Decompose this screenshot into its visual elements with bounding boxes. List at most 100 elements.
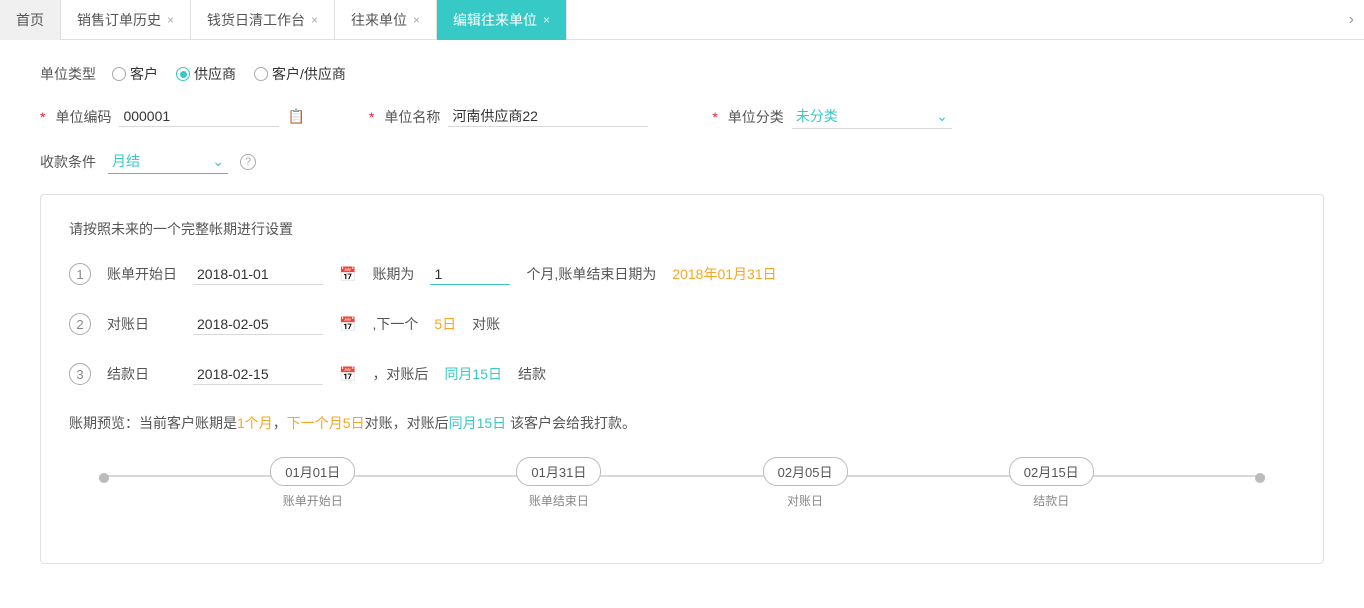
preview-prefix: 账期预览：当前客户账期是 (69, 415, 237, 431)
step-2-label: 对账日 (107, 314, 177, 334)
step-3-desc-suffix: 结款 (518, 364, 546, 384)
step-2-desc-suffix: 对账 (472, 314, 500, 334)
unit-code-group: * 单位编码 📋 (40, 106, 305, 127)
timeline-wrapper: 01月01日账单开始日 01月31日账单结束日 02月05日对账日 02月15日结款日 (69, 449, 1295, 539)
unit-code-star: * (40, 109, 45, 125)
step-1-date-input[interactable] (193, 264, 323, 285)
unit-name-star: * (369, 109, 374, 125)
tabs-bar: 首页 销售订单历史 × 钱货日清工作台 × 往来单位 × 编辑往来单位 × › (0, 0, 1364, 40)
step-2-date-input[interactable] (193, 314, 323, 335)
unit-code-copy-icon[interactable]: 📋 (287, 108, 304, 125)
radio-customer-circle (112, 67, 126, 81)
payment-terms-label: 收款条件 (40, 152, 96, 172)
page-content: 单位类型 客户 供应商 客户/供应商 * 单位编码 📋 * (0, 40, 1364, 608)
preview-settle-day: 同月15日 (449, 415, 507, 431)
tab-cash-ledger-label: 钱货日清工作台 (207, 10, 305, 30)
tab-sales-history-label: 销售订单历史 (77, 10, 161, 30)
preview-text: 账期预览：当前客户账期是1个月，下一个月5日对账，对账后同月15日 该客户会给我… (69, 413, 1295, 449)
unit-code-input[interactable] (119, 106, 279, 127)
payment-terms-chevron-icon: ⌄ (212, 153, 224, 170)
timeline-label-3: 结款日 (1033, 492, 1069, 509)
tab-home[interactable]: 首页 (0, 0, 61, 40)
unit-category-star: * (712, 109, 717, 125)
timeline-end-dot (1255, 473, 1265, 483)
payment-setup-section: 请按照未来的一个完整帐期进行设置 1 账单开始日 📅 账期为 个月,账单结束日期… (40, 194, 1324, 564)
timeline-item-2: 02月05日对账日 (763, 457, 848, 509)
timeline-badge-2: 02月05日 (763, 457, 848, 486)
timeline-label-0: 账单开始日 (283, 492, 343, 509)
unit-name-label: 单位名称 (384, 107, 440, 127)
radio-both-label: 客户/供应商 (272, 64, 346, 84)
unit-category-dropdown[interactable]: 未分类 ⌄ (792, 104, 952, 129)
payment-terms-dropdown[interactable]: 月结 ⌄ (108, 149, 228, 174)
step-1-period-input[interactable] (430, 264, 510, 285)
step-1-period-label: 账期为 (372, 264, 414, 284)
unit-type-label: 单位类型 (40, 64, 100, 84)
step-2-desc-prefix: ,下一个 (372, 314, 418, 334)
preview-period: 1个月 (237, 415, 273, 431)
step-3-desc-highlight: 同月15日 (444, 364, 502, 384)
timeline: 01月01日账单开始日 01月31日账单结束日 02月05日对账日 02月15日结款日 (99, 457, 1265, 509)
timeline-label-2: 对账日 (787, 492, 823, 509)
step-3-desc-prefix: ，对账后 (372, 364, 428, 384)
unit-category-label: 单位分类 (728, 107, 784, 127)
payment-terms-value: 月结 (112, 151, 140, 171)
step-1-period-suffix: 个月,账单结束日期为 (526, 264, 656, 284)
tab-edit-partner-close[interactable]: × (543, 13, 550, 27)
tab-scroll-arrow[interactable]: › (1339, 0, 1364, 39)
tab-cash-ledger[interactable]: 钱货日清工作台 × (191, 0, 335, 40)
unit-info-row: * 单位编码 📋 * 单位名称 * 单位分类 未分类 ⌄ (40, 104, 1324, 129)
tab-partner-unit-label: 往来单位 (351, 10, 407, 30)
step-1-end-date: 2018年01月31日 (672, 264, 776, 284)
timeline-badge-1: 01月31日 (516, 457, 601, 486)
tab-sales-history-close[interactable]: × (167, 13, 174, 27)
preview-next-day: 下一个月5日 (287, 415, 365, 431)
tab-cash-ledger-close[interactable]: × (311, 13, 318, 27)
timeline-start-dot (99, 473, 109, 483)
unit-category-chevron-icon: ⌄ (936, 108, 948, 125)
unit-category-value: 未分类 (796, 106, 838, 126)
step-3-date-input[interactable] (193, 364, 323, 385)
preview-comma1: ， (273, 415, 287, 431)
step-2-calendar-icon[interactable]: 📅 (339, 316, 356, 333)
radio-customer-label: 客户 (130, 64, 158, 84)
timeline-label-1: 账单结束日 (529, 492, 589, 509)
step-1-num: 1 (69, 263, 91, 285)
tab-edit-partner[interactable]: 编辑往来单位 × (437, 0, 567, 40)
timeline-items: 01月01日账单开始日 01月31日账单结束日 02月05日对账日 02月15日结款日 (109, 457, 1255, 509)
step-2-num: 2 (69, 313, 91, 335)
radio-both[interactable]: 客户/供应商 (254, 64, 346, 84)
timeline-item-3: 02月15日结款日 (1009, 457, 1094, 509)
unit-name-input[interactable] (448, 106, 648, 127)
step-3-row: 3 结款日 📅 ，对账后同月15日结款 (69, 363, 1295, 385)
timeline-badge-3: 02月15日 (1009, 457, 1094, 486)
radio-customer[interactable]: 客户 (112, 64, 158, 84)
unit-type-row: 单位类型 客户 供应商 客户/供应商 (40, 64, 1324, 84)
timeline-badge-0: 01月01日 (270, 457, 355, 486)
preview-middle: 对账，对账后 (365, 415, 449, 431)
radio-supplier-circle (176, 67, 190, 81)
tab-edit-partner-label: 编辑往来单位 (453, 10, 537, 30)
unit-code-label: 单位编码 (55, 107, 111, 127)
tab-sales-history[interactable]: 销售订单历史 × (61, 0, 191, 40)
tab-partner-unit[interactable]: 往来单位 × (335, 0, 437, 40)
timeline-item-1: 01月31日账单结束日 (516, 457, 601, 509)
radio-both-circle (254, 67, 268, 81)
step-3-num: 3 (69, 363, 91, 385)
tab-partner-unit-close[interactable]: × (413, 13, 420, 27)
unit-name-group: * 单位名称 (369, 106, 648, 127)
step-1-row: 1 账单开始日 📅 账期为 个月,账单结束日期为 2018年01月31日 (69, 263, 1295, 285)
help-icon[interactable]: ? (240, 154, 256, 170)
preview-suffix: 该客户会给我打款。 (510, 415, 636, 431)
payment-terms-row: 收款条件 月结 ⌄ ? (40, 149, 1324, 174)
section-instruction: 请按照未来的一个完整帐期进行设置 (69, 219, 1295, 239)
step-1-calendar-icon[interactable]: 📅 (339, 266, 356, 283)
timeline-item-0: 01月01日账单开始日 (270, 457, 355, 509)
radio-supplier[interactable]: 供应商 (176, 64, 236, 84)
unit-type-radio-group: 客户 供应商 客户/供应商 (112, 64, 346, 84)
step-2-desc-highlight: 5日 (434, 314, 456, 334)
step-1-label: 账单开始日 (107, 264, 177, 284)
radio-supplier-label: 供应商 (194, 64, 236, 84)
step-3-calendar-icon[interactable]: 📅 (339, 366, 356, 383)
step-3-label: 结款日 (107, 364, 177, 384)
